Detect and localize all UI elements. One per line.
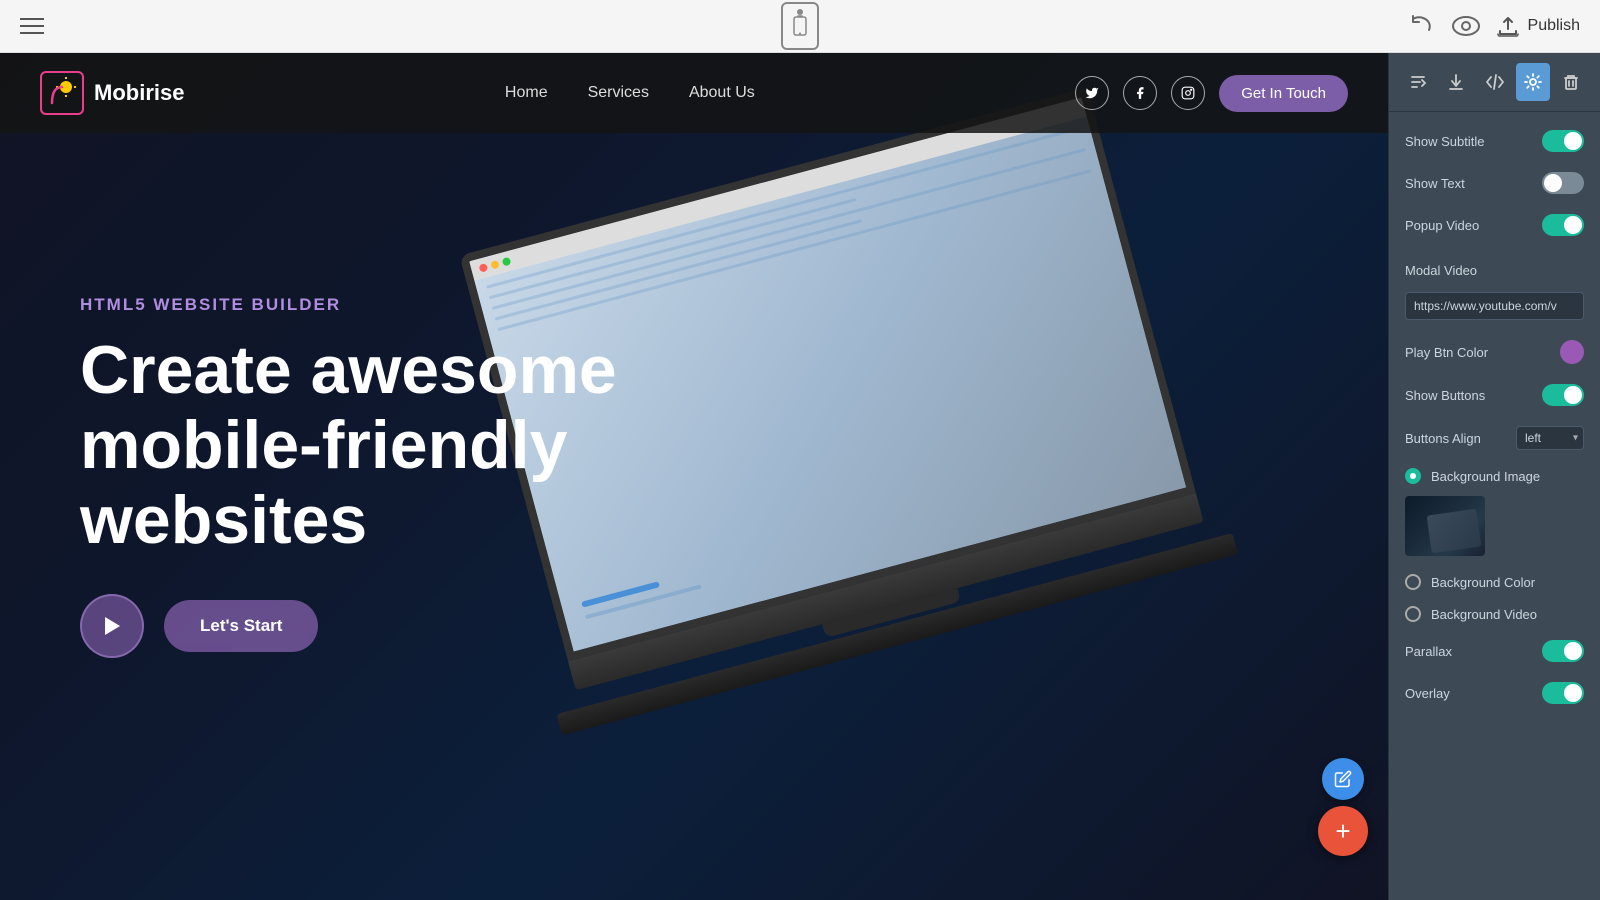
nav-links: Home Services About Us [505,84,755,102]
hero-subtitle: HTML5 WEBSITE BUILDER [80,295,780,315]
screen-line-1 [486,127,1080,289]
settings-content: Show Subtitle Show Text Popup Video Moda… [1389,112,1600,900]
hero-content: HTML5 WEBSITE BUILDER Create awesome mob… [80,295,780,657]
hero-buttons: Let's Start [80,594,780,658]
play-btn-color-swatch[interactable] [1560,340,1584,364]
toolbar-trash-button[interactable] [1554,63,1588,101]
show-subtitle-label: Show Subtitle [1405,134,1485,149]
show-text-row: Show Text [1389,162,1600,204]
get-in-touch-button[interactable]: Get In Touch [1219,75,1348,112]
play-button[interactable] [80,594,144,658]
bg-thumbnail[interactable] [1405,496,1485,556]
nav-bar: Mobirise Home Services About Us Get In T… [0,53,1388,133]
logo-svg [46,77,78,109]
scroll-spacer [1389,714,1600,754]
start-button[interactable]: Let's Start [164,600,318,652]
show-text-toggle[interactable] [1542,172,1584,194]
main-area: HTML5 WEBSITE BUILDER Create awesome mob… [0,53,1600,900]
settings-panel: Show Subtitle Show Text Popup Video Moda… [1388,53,1600,900]
website-preview: HTML5 WEBSITE BUILDER Create awesome mob… [0,53,1388,900]
toolbar-code-button[interactable] [1477,63,1511,101]
hero-section: HTML5 WEBSITE BUILDER Create awesome mob… [0,53,1388,900]
modal-video-input[interactable] [1405,292,1584,320]
buttons-align-dropdown-wrapper: left center right [1516,426,1584,450]
parallax-row: Parallax [1389,630,1600,672]
nav-home-link[interactable]: Home [505,84,548,102]
show-buttons-row: Show Buttons [1389,374,1600,416]
bg-image-label: Background Image [1431,469,1540,484]
bg-video-label: Background Video [1431,607,1537,622]
bg-color-row: Background Color [1389,566,1600,598]
screen-dot-yellow [490,260,500,270]
instagram-icon[interactable] [1171,76,1205,110]
modal-video-label: Modal Video [1405,263,1477,278]
undo-icon[interactable] [1408,12,1436,40]
settings-toolbar [1389,53,1600,112]
logo-icon [40,71,84,115]
publish-button[interactable]: Publish [1496,15,1580,37]
fab-add-button[interactable]: + [1318,806,1368,856]
fab-edit-button[interactable] [1322,758,1364,800]
toolbar-sort-button[interactable] [1401,63,1435,101]
bg-color-label: Background Color [1431,575,1535,590]
nav-actions: Get In Touch [1075,75,1348,112]
show-text-label: Show Text [1405,176,1465,191]
overlay-row: Overlay [1389,672,1600,714]
screen-dot-red [478,263,488,273]
bg-thumbnail-inner [1405,496,1485,556]
popup-video-label: Popup Video [1405,218,1479,233]
overlay-toggle[interactable] [1542,682,1584,704]
publish-label: Publish [1528,17,1580,35]
buttons-align-row: Buttons Align left center right [1389,416,1600,460]
bg-video-radio[interactable] [1405,606,1421,622]
top-bar-right: Publish [1408,12,1580,40]
play-btn-color-row: Play Btn Color [1389,330,1600,374]
facebook-icon[interactable] [1123,76,1157,110]
top-bar-center [781,2,819,50]
show-subtitle-toggle[interactable] [1542,130,1584,152]
show-buttons-toggle[interactable] [1542,384,1584,406]
nav-logo: Mobirise [40,71,184,115]
preview-icon[interactable] [1452,12,1480,40]
screen-line-3 [492,148,1086,310]
hamburger-menu[interactable] [20,18,44,34]
popup-video-toggle[interactable] [1542,214,1584,236]
bg-video-row: Background Video [1389,598,1600,630]
top-bar: Publish [0,0,1600,53]
bg-color-radio[interactable] [1405,574,1421,590]
modal-video-input-row [1389,286,1600,330]
show-subtitle-row: Show Subtitle [1389,120,1600,162]
parallax-label: Parallax [1405,644,1452,659]
parallax-toggle[interactable] [1542,640,1584,662]
popup-video-row: Popup Video [1389,204,1600,246]
show-buttons-label: Show Buttons [1405,388,1485,403]
toolbar-gear-button[interactable] [1516,63,1550,101]
screen-dot-green [502,257,512,267]
bg-image-radio[interactable] [1405,468,1421,484]
twitter-icon[interactable] [1075,76,1109,110]
toolbar-download-button[interactable] [1439,63,1473,101]
nav-services-link[interactable]: Services [588,84,649,102]
play-btn-color-label: Play Btn Color [1405,345,1488,360]
nav-logo-text: Mobirise [94,80,184,106]
mobile-preview-icon[interactable] [781,2,819,50]
hero-title: Create awesome mobile-friendly websites [80,333,780,557]
buttons-align-select[interactable]: left center right [1516,426,1584,450]
buttons-align-label: Buttons Align [1405,431,1481,446]
thumbnail-laptop [1427,509,1482,554]
modal-video-row: Modal Video [1389,246,1600,286]
bg-image-row: Background Image [1389,460,1600,492]
nav-about-link[interactable]: About Us [689,84,755,102]
overlay-label: Overlay [1405,686,1450,701]
top-bar-left [20,18,44,34]
